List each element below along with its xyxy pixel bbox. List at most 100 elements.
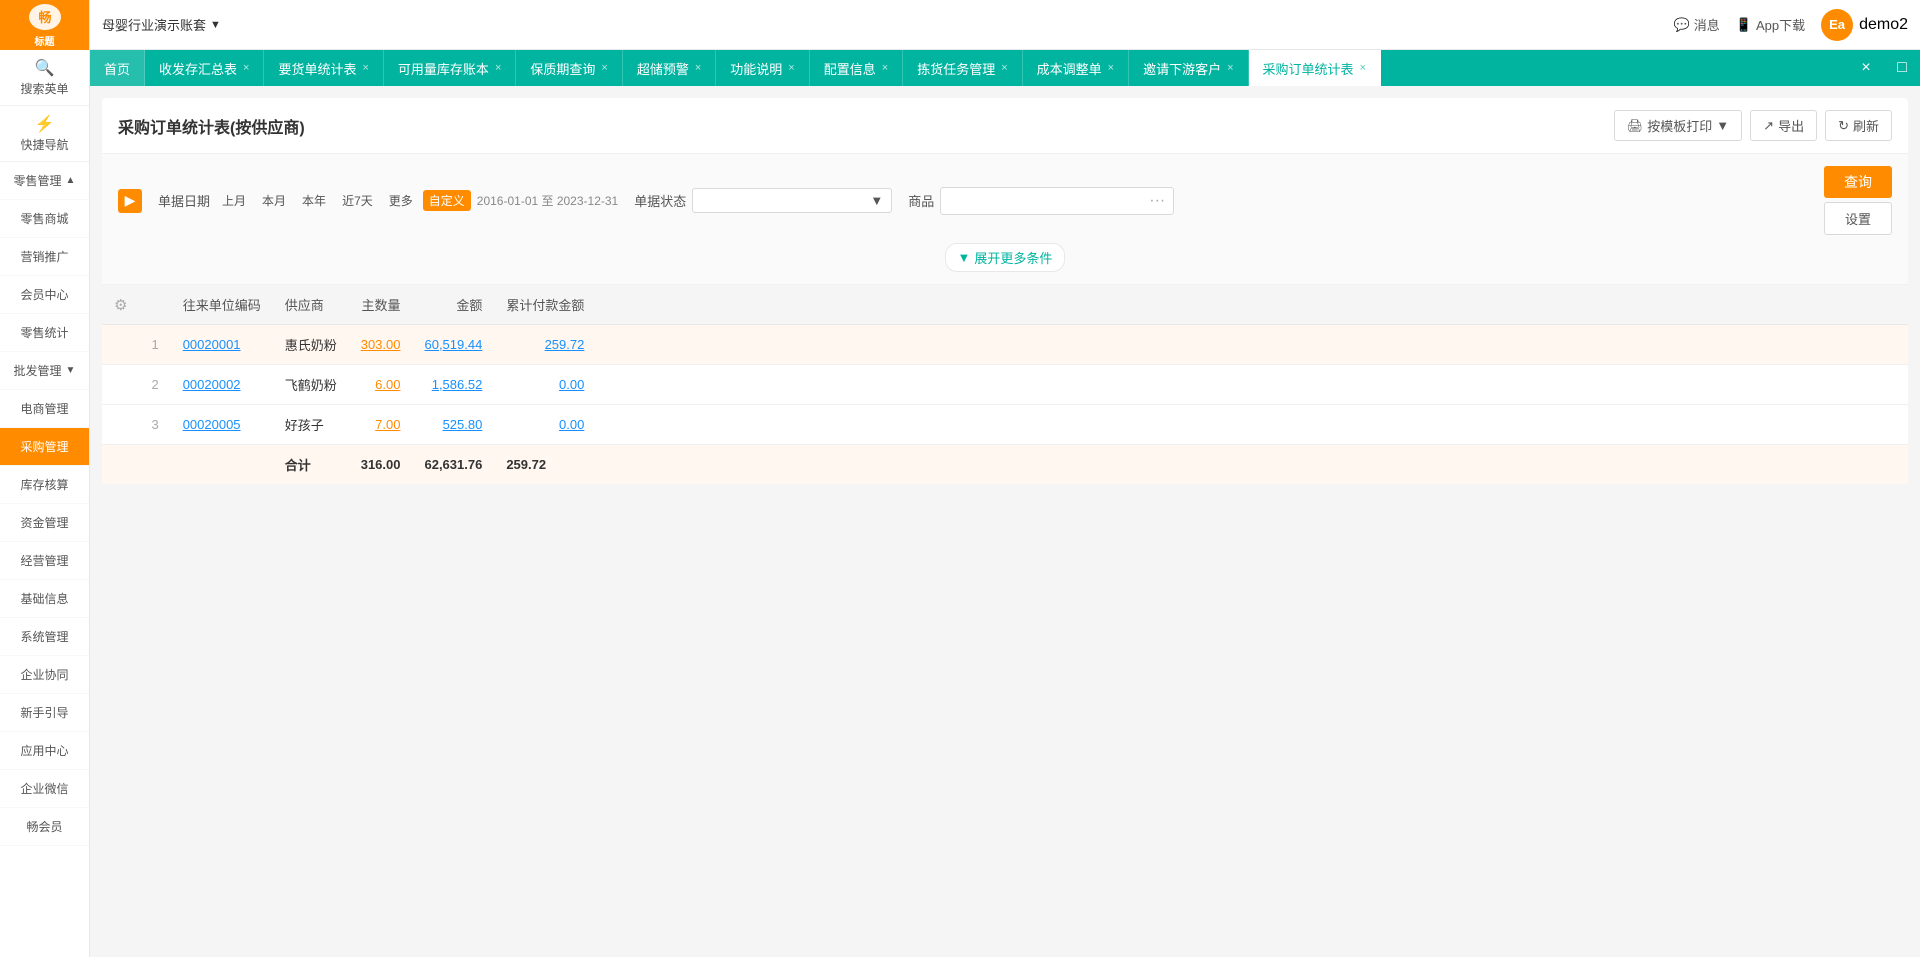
setting-btn[interactable]: 设置 xyxy=(1824,202,1892,235)
message-btn[interactable]: 💬 消息 xyxy=(1674,15,1720,34)
footer-seq xyxy=(139,445,170,485)
goods-input-more-icon[interactable]: ··· xyxy=(1149,192,1165,210)
retail-mall-label: 零售商城 xyxy=(20,210,68,227)
sidebar-item-quick-nav[interactable]: ⚡ 快捷导航 xyxy=(0,106,89,162)
sidebar-item-member[interactable]: 会员中心 xyxy=(0,276,89,314)
row2-quantity[interactable]: 6.00 xyxy=(349,365,413,405)
date-7days[interactable]: 近7天 xyxy=(336,190,379,211)
tab-func-desc[interactable]: 功能说明 × xyxy=(716,50,809,86)
window-close-btn[interactable]: × xyxy=(1848,50,1884,86)
breadcrumb-text: 母婴行业演示账套 xyxy=(102,15,206,34)
tab-overstock-alert[interactable]: 超储预警 × xyxy=(623,50,716,86)
row1-code[interactable]: 00020001 xyxy=(171,325,273,365)
tab-home[interactable]: 首页 xyxy=(90,50,145,86)
sidebar-item-purchase[interactable]: 采购管理 xyxy=(0,428,89,466)
close-invite-downstream-icon[interactable]: × xyxy=(1227,62,1233,74)
app-download-icon: 📱 xyxy=(1736,17,1752,33)
breadcrumb-select[interactable]: 母婴行业演示账套 ▼ xyxy=(102,15,221,34)
print-btn[interactable]: 🖨 按模板打印 ▼ xyxy=(1614,110,1742,141)
sidebar-item-corp-wechat[interactable]: 企业微信 xyxy=(0,770,89,808)
close-goods-stat-icon[interactable]: × xyxy=(362,62,368,74)
close-picking-task-icon[interactable]: × xyxy=(1001,62,1007,74)
tab-available-stock[interactable]: 可用量库存账本 × xyxy=(384,50,516,86)
app-download-btn[interactable]: 📱 App下载 xyxy=(1736,15,1805,34)
cost-adjust-label: 成本调整单 xyxy=(1037,59,1102,78)
sidebar-item-member2[interactable]: 畅会员 xyxy=(0,808,89,846)
sidebar-item-retail-mall[interactable]: 零售商城 xyxy=(0,200,89,238)
app-center-label: 应用中心 xyxy=(20,742,68,759)
picking-task-label: 拣货任务管理 xyxy=(917,59,995,78)
refresh-btn[interactable]: ↻ 刷新 xyxy=(1825,110,1892,141)
tab-purchase-stat[interactable]: 采购订单统计表 × xyxy=(1249,50,1381,86)
close-expiry-query-icon[interactable]: × xyxy=(601,62,607,74)
filter-toggle-btn[interactable]: ▶ xyxy=(118,189,142,213)
user-area[interactable]: Ea demo2 xyxy=(1821,9,1908,41)
wholesale-label: 批发管理 xyxy=(14,362,62,379)
row1-quantity[interactable]: 303.00 xyxy=(349,325,413,365)
row3-amount[interactable]: 525.80 xyxy=(412,405,494,445)
page-header-actions: 🖨 按模板打印 ▼ ↗ 导出 ↻ 刷新 xyxy=(1614,110,1892,141)
goods-input[interactable]: ··· xyxy=(940,187,1174,215)
top-bar: 母婴行业演示账套 ▼ 💬 消息 📱 App下载 Ea demo2 xyxy=(90,0,1920,50)
date-custom[interactable]: 自定义 xyxy=(423,190,471,211)
tab-receipt-summary[interactable]: 收发存汇总表 × xyxy=(145,50,264,86)
sidebar-item-corp[interactable]: 企业协同 xyxy=(0,656,89,694)
window-max-btn[interactable]: □ xyxy=(1884,50,1920,86)
query-btn[interactable]: 查询 xyxy=(1824,166,1892,198)
close-purchase-stat-icon[interactable]: × xyxy=(1360,62,1366,74)
sidebar-item-new-guide[interactable]: 新手引导 xyxy=(0,694,89,732)
sidebar-item-basic-info[interactable]: 基础信息 xyxy=(0,580,89,618)
sidebar-item-wholesale[interactable]: 批发管理 ▼ xyxy=(0,352,89,390)
expand-more-btn[interactable]: ▼ 展开更多条件 xyxy=(945,243,1066,272)
date-this-month[interactable]: 本月 xyxy=(256,190,292,211)
row2-amount[interactable]: 1,586.52 xyxy=(412,365,494,405)
status-select[interactable]: ▼ xyxy=(692,188,892,213)
row1-supplier: 惠氏奶粉 xyxy=(273,325,349,365)
date-more[interactable]: 更多 xyxy=(383,190,419,211)
table-row: 1 00020001 惠氏奶粉 303.00 60,519.44 259.72 xyxy=(102,325,1908,365)
system-label: 系统管理 xyxy=(20,628,68,645)
sidebar-item-search[interactable]: 🔍 搜索英单 xyxy=(0,50,89,106)
close-receipt-summary-icon[interactable]: × xyxy=(243,62,249,74)
close-available-stock-icon[interactable]: × xyxy=(495,62,501,74)
row3-paid[interactable]: 0.00 xyxy=(494,405,596,445)
export-btn[interactable]: ↗ 导出 xyxy=(1750,110,1817,141)
expand-down-icon: ▼ xyxy=(958,250,971,265)
tab-invite-downstream[interactable]: 邀请下游客户 × xyxy=(1129,50,1248,86)
tab-picking-task[interactable]: 拣货任务管理 × xyxy=(903,50,1022,86)
row2-code[interactable]: 00020002 xyxy=(171,365,273,405)
date-last-month[interactable]: 上月 xyxy=(216,190,252,211)
sidebar-item-system[interactable]: 系统管理 xyxy=(0,618,89,656)
table-wrapper: ⚙ 往来单位编码 供应商 主数量 金额 累计付款金额 xyxy=(102,285,1908,484)
settings-icon[interactable]: ⚙ xyxy=(114,297,127,314)
sidebar-item-operations[interactable]: 经营管理 xyxy=(0,542,89,580)
quicknav-icon: ⚡ xyxy=(35,114,55,134)
tab-config-info[interactable]: 配置信息 × xyxy=(810,50,903,86)
tab-goods-stat[interactable]: 要货单统计表 × xyxy=(264,50,383,86)
sidebar-item-marketing[interactable]: 营销推广 xyxy=(0,238,89,276)
sidebar: 畅 标题 🔍 搜索英单 ⚡ 快捷导航 零售管理 ▲ 零售商城 营销推广 会员中心… xyxy=(0,0,90,957)
ecommerce-label: 电商管理 xyxy=(20,400,68,417)
table-body: 1 00020001 惠氏奶粉 303.00 60,519.44 259.72 … xyxy=(102,325,1908,445)
tab-cost-adjust[interactable]: 成本调整单 × xyxy=(1023,50,1129,86)
tab-expiry-query[interactable]: 保质期查询 × xyxy=(516,50,622,86)
close-cost-adjust-icon[interactable]: × xyxy=(1108,62,1114,74)
sidebar-item-ecommerce[interactable]: 电商管理 xyxy=(0,390,89,428)
table-row: 3 00020005 好孩子 7.00 525.80 0.00 xyxy=(102,405,1908,445)
sidebar-item-app-center[interactable]: 应用中心 xyxy=(0,732,89,770)
sidebar-item-retail-stat[interactable]: 零售统计 xyxy=(0,314,89,352)
row1-paid[interactable]: 259.72 xyxy=(494,325,596,365)
sidebar-item-finance[interactable]: 资金管理 xyxy=(0,504,89,542)
row3-quantity[interactable]: 7.00 xyxy=(349,405,413,445)
close-overstock-alert-icon[interactable]: × xyxy=(695,62,701,74)
row1-amount[interactable]: 60,519.44 xyxy=(412,325,494,365)
close-func-desc-icon[interactable]: × xyxy=(788,62,794,74)
date-this-year[interactable]: 本年 xyxy=(296,190,332,211)
corp-label: 企业协同 xyxy=(20,666,68,683)
sidebar-item-stock[interactable]: 库存核算 xyxy=(0,466,89,504)
sidebar-item-retail[interactable]: 零售管理 ▲ xyxy=(0,162,89,200)
row3-code[interactable]: 00020005 xyxy=(171,405,273,445)
close-config-info-icon[interactable]: × xyxy=(882,62,888,74)
finance-label: 资金管理 xyxy=(20,514,68,531)
row2-paid[interactable]: 0.00 xyxy=(494,365,596,405)
